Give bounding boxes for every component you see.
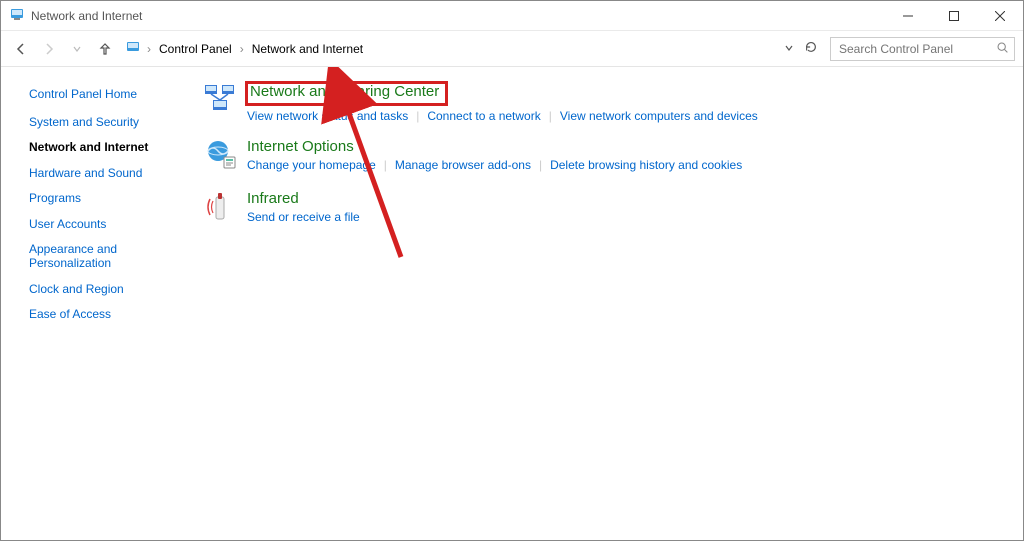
sidebar-item-network-internet[interactable]: Network and Internet [29, 140, 191, 154]
control-panel-window: Network and Internet › Control Panel › N… [0, 0, 1024, 541]
recent-dropdown[interactable] [65, 37, 89, 61]
sidebar-item-clock-region[interactable]: Clock and Region [29, 282, 191, 296]
category-internet-options: Internet Options Change your homepage | … [201, 139, 1013, 175]
close-button[interactable] [977, 1, 1023, 31]
link-view-network-status[interactable]: View network status and tasks [247, 109, 408, 123]
chevron-right-icon: › [147, 42, 151, 56]
location-icon [125, 39, 141, 58]
up-button[interactable] [93, 37, 117, 61]
maximize-button[interactable] [931, 1, 977, 31]
search-box[interactable] [830, 37, 1015, 61]
category-network-sharing: Network and Sharing Center View network … [201, 83, 1013, 123]
back-button[interactable] [9, 37, 33, 61]
breadcrumb-item[interactable]: Control Panel [157, 38, 234, 60]
sidebar-item-system-security[interactable]: System and Security [29, 115, 191, 129]
sidebar-item-ease-of-access[interactable]: Ease of Access [29, 307, 191, 321]
content-area: Network and Sharing Center View network … [191, 67, 1023, 540]
category-title-internet-options[interactable]: Internet Options [247, 139, 354, 156]
sidebar: Control Panel Home System and Security N… [1, 67, 191, 540]
sidebar-item-hardware-sound[interactable]: Hardware and Sound [29, 166, 191, 180]
link-change-homepage[interactable]: Change your homepage [247, 158, 376, 172]
control-panel-home-link[interactable]: Control Panel Home [29, 87, 191, 101]
internet-options-icon [201, 139, 241, 175]
nav-bar: › Control Panel › Network and Internet [1, 31, 1023, 67]
title-bar: Network and Internet [1, 1, 1023, 31]
network-sharing-icon [201, 83, 241, 119]
breadcrumb-item[interactable]: Network and Internet [250, 38, 365, 60]
infrared-icon [201, 191, 241, 227]
category-title-infrared[interactable]: Infrared [247, 191, 299, 208]
minimize-button[interactable] [885, 1, 931, 31]
address-bar[interactable]: › Control Panel › Network and Internet [125, 38, 776, 60]
category-links: View network status and tasks | Connect … [247, 109, 758, 123]
category-infrared: Infrared Send or receive a file [201, 191, 1013, 227]
link-connect-network[interactable]: Connect to a network [427, 109, 540, 123]
sidebar-item-user-accounts[interactable]: User Accounts [29, 217, 191, 231]
category-title-network-sharing[interactable]: Network and Sharing Center [245, 81, 448, 106]
refresh-button[interactable] [804, 40, 818, 57]
link-manage-addons[interactable]: Manage browser add-ons [395, 158, 531, 172]
annotation-arrow [191, 67, 1011, 497]
body: Control Panel Home System and Security N… [1, 67, 1023, 540]
sidebar-item-programs[interactable]: Programs [29, 191, 191, 205]
forward-button[interactable] [37, 37, 61, 61]
category-links: Send or receive a file [247, 210, 360, 224]
chevron-right-icon: › [240, 42, 244, 56]
link-view-network-computers[interactable]: View network computers and devices [560, 109, 758, 123]
link-delete-history[interactable]: Delete browsing history and cookies [550, 158, 742, 172]
window-buttons [885, 1, 1023, 31]
search-icon[interactable] [996, 41, 1009, 57]
category-links: Change your homepage | Manage browser ad… [247, 158, 742, 172]
link-send-receive-file[interactable]: Send or receive a file [247, 210, 360, 224]
app-icon [9, 6, 25, 25]
window-title: Network and Internet [31, 9, 142, 23]
address-dropdown-button[interactable] [780, 42, 798, 56]
address-bar-controls [780, 37, 1015, 61]
sidebar-item-appearance[interactable]: Appearance and Personalization [29, 242, 159, 271]
search-input[interactable] [837, 41, 996, 57]
